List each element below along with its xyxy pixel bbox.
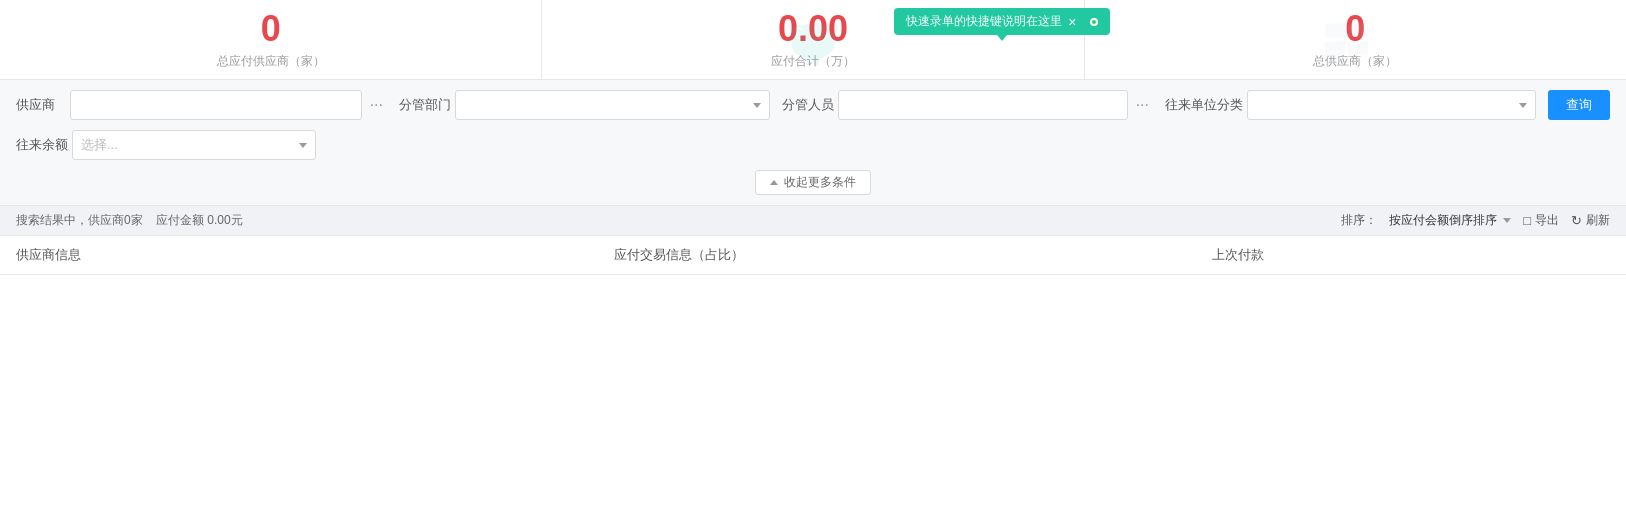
collapse-label: 收起更多条件 bbox=[784, 174, 856, 191]
table-body bbox=[0, 275, 1626, 515]
refresh-icon: ↻ bbox=[1571, 213, 1582, 228]
total-suppliers-label: 总供应商（家） bbox=[1313, 53, 1397, 70]
filter-person: 分管人员 ··· bbox=[782, 90, 1153, 120]
supplier-label: 供应商 bbox=[16, 96, 66, 114]
sort-select[interactable]: 按应付会额倒序排序 bbox=[1389, 212, 1511, 229]
stat-total-suppliers: 0 总供应商（家） bbox=[1085, 0, 1626, 79]
refresh-button[interactable]: ↻ 刷新 bbox=[1571, 212, 1610, 229]
result-summary: 搜索结果中，供应商0家 应付金额 0.00元 bbox=[16, 212, 243, 229]
person-label: 分管人员 bbox=[782, 96, 834, 114]
payable-total-number: 0.00 bbox=[778, 9, 848, 49]
balance-select[interactable]: 选择... bbox=[72, 130, 316, 160]
tooltip-dot bbox=[1090, 18, 1098, 26]
department-label: 分管部门 bbox=[399, 96, 451, 114]
balance-chevron-icon bbox=[299, 143, 307, 148]
filter-supplier: 供应商 ··· bbox=[16, 90, 387, 120]
supplier-input[interactable] bbox=[70, 90, 362, 120]
filter-row-2: 往来余额 选择... bbox=[16, 130, 1610, 160]
collapse-button[interactable]: 收起更多条件 bbox=[755, 170, 871, 195]
payable-total-label: 应付合计（万） bbox=[771, 53, 855, 70]
collapse-row: 收起更多条件 bbox=[16, 170, 1610, 205]
export-icon: □ bbox=[1523, 213, 1531, 228]
filter-row-1: 供应商 ··· 分管部门 分管人员 ··· 往来单位分类 bbox=[16, 90, 1610, 120]
tooltip-text: 快速录单的快捷键说明在这里 bbox=[906, 13, 1062, 30]
tooltip-close-button[interactable]: × bbox=[1068, 15, 1076, 29]
collapse-chevron-icon bbox=[770, 180, 778, 185]
filter-balance: 往来余额 选择... bbox=[16, 130, 316, 160]
refresh-label: 刷新 bbox=[1586, 212, 1610, 229]
export-label: 导出 bbox=[1535, 212, 1559, 229]
stat-total-payable-suppliers: 0 总应付供应商（家） bbox=[0, 0, 542, 79]
stats-bar: 0 总应付供应商（家） 0.00 应付合计（万） 快速录单的快捷键说明在这里 × bbox=[0, 0, 1626, 80]
balance-placeholder: 选择... bbox=[81, 136, 118, 154]
sort-label: 排序： bbox=[1341, 212, 1377, 229]
svg-rect-8 bbox=[1325, 23, 1345, 37]
department-chevron-icon bbox=[753, 103, 761, 108]
table: 供应商信息 应付交易信息（占比） 上次付款 bbox=[0, 236, 1626, 515]
sort-option-text: 按应付会额倒序排序 bbox=[1389, 212, 1497, 229]
total-payable-suppliers-label: 总应付供应商（家） bbox=[217, 53, 325, 70]
department-select[interactable] bbox=[455, 90, 770, 120]
table-col3-header: 上次付款 bbox=[1212, 246, 1611, 264]
table-col2-header: 应付交易信息（占比） bbox=[614, 246, 1212, 264]
unit-category-label: 往来单位分类 bbox=[1165, 96, 1243, 114]
balance-label: 往来余额 bbox=[16, 136, 68, 154]
sort-chevron-icon bbox=[1503, 218, 1511, 223]
total-payable-suppliers-number: 0 bbox=[261, 9, 281, 49]
tooltip-bubble: 快速录单的快捷键说明在这里 × bbox=[894, 8, 1110, 35]
result-right: 排序： 按应付会额倒序排序 □ 导出 ↻ 刷新 bbox=[1341, 212, 1610, 229]
supplier-dots-button[interactable]: ··· bbox=[366, 96, 387, 114]
filter-bar: 供应商 ··· 分管部门 分管人员 ··· 往来单位分类 bbox=[0, 80, 1626, 206]
filter-unit-category: 往来单位分类 bbox=[1165, 90, 1536, 120]
unit-category-chevron-icon bbox=[1519, 103, 1527, 108]
total-suppliers-number: 0 bbox=[1345, 9, 1365, 49]
filter-department: 分管部门 bbox=[399, 90, 770, 120]
unit-category-select[interactable] bbox=[1247, 90, 1536, 120]
person-dots-button[interactable]: ··· bbox=[1132, 96, 1153, 114]
result-summary-text: 搜索结果中，供应商0家 bbox=[16, 213, 143, 227]
query-button[interactable]: 查询 bbox=[1548, 90, 1610, 120]
result-bar: 搜索结果中，供应商0家 应付金额 0.00元 排序： 按应付会额倒序排序 □ 导… bbox=[0, 206, 1626, 236]
person-input[interactable] bbox=[838, 90, 1128, 120]
table-col1-header: 供应商信息 bbox=[16, 246, 614, 264]
result-amount-text: 应付金额 0.00元 bbox=[156, 213, 243, 227]
export-button[interactable]: □ 导出 bbox=[1523, 212, 1559, 229]
table-header: 供应商信息 应付交易信息（占比） 上次付款 bbox=[0, 236, 1626, 275]
